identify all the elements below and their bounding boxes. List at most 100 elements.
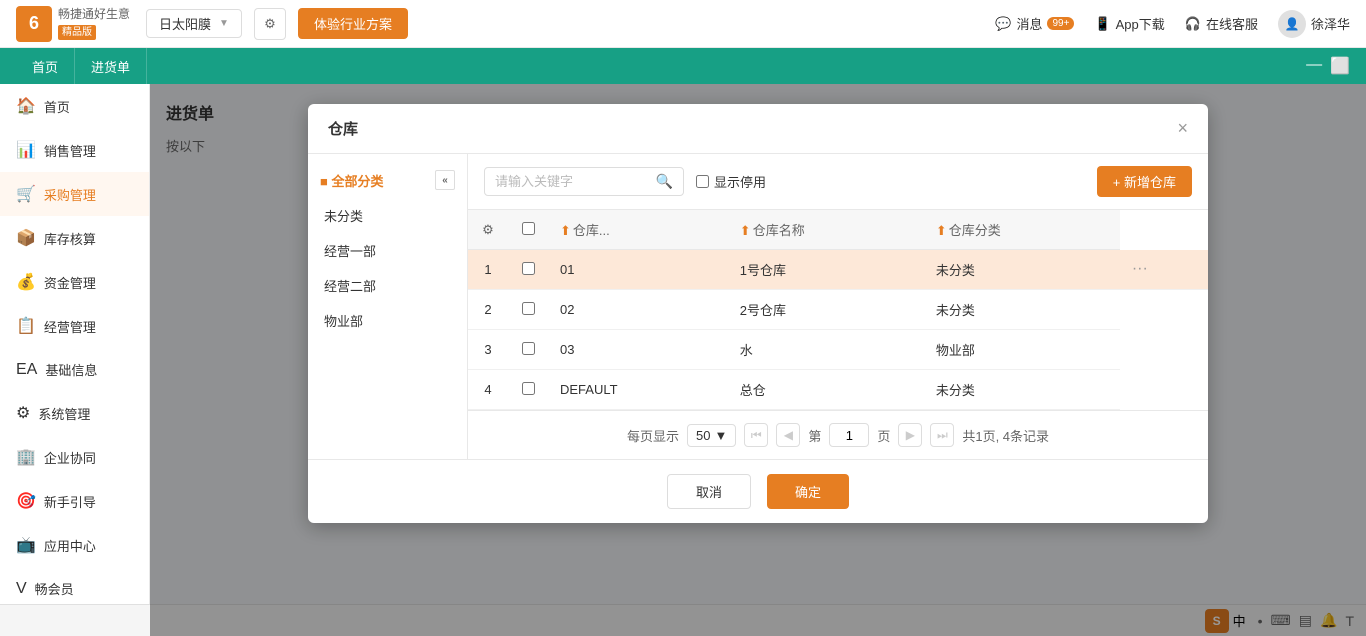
brand-name: 畅捷通好生意 bbox=[58, 7, 130, 23]
trial-button[interactable]: 体验行业方案 bbox=[298, 8, 408, 39]
modal-title: 仓库 bbox=[328, 118, 358, 139]
row-select-checkbox[interactable] bbox=[522, 342, 535, 355]
online-service-button[interactable]: 🎧 在线客服 bbox=[1185, 14, 1258, 33]
row-name: 2号仓库 bbox=[728, 290, 924, 330]
category-item-ops2[interactable]: 经营二部 bbox=[308, 268, 467, 303]
tab-purchase[interactable]: 进货单 bbox=[75, 48, 147, 84]
enterprise-icon: 🏢 bbox=[16, 447, 36, 467]
page-number-input[interactable] bbox=[829, 423, 869, 447]
tab-home[interactable]: 首页 bbox=[16, 48, 75, 84]
sidebar-item-inventory-label: 库存核算 bbox=[44, 229, 96, 248]
sidebar-item-operations-label: 经营管理 bbox=[44, 317, 96, 336]
brand-logo: 6 畅捷通好生意 精品版 bbox=[16, 6, 130, 42]
row-select-checkbox[interactable] bbox=[522, 382, 535, 395]
row-select-checkbox[interactable] bbox=[522, 302, 535, 315]
col-category-header[interactable]: ⬆仓库分类 bbox=[924, 210, 1120, 250]
brand-text: 畅捷通好生意 精品版 bbox=[58, 7, 130, 40]
row-select-checkbox[interactable] bbox=[522, 262, 535, 275]
table-panel: 🔍 显示停用 + 新增仓库 bbox=[468, 154, 1208, 459]
sidebar-item-sales[interactable]: 📊 销售管理 bbox=[0, 128, 149, 172]
row-actions[interactable]: ··· bbox=[1120, 250, 1208, 290]
category-all-header[interactable]: ■ 全部分类 « bbox=[308, 162, 467, 198]
minimize-icon[interactable]: — bbox=[1306, 56, 1322, 76]
sidebar-item-apps[interactable]: 📺 应用中心 bbox=[0, 523, 149, 567]
page-size-selector[interactable]: 50 ▼ bbox=[687, 424, 736, 447]
user-menu-button[interactable]: 👤 徐泽华 bbox=[1278, 10, 1350, 38]
row-category: 未分类 bbox=[924, 250, 1120, 290]
sidebar-item-home-label: 首页 bbox=[44, 97, 70, 116]
table-row[interactable]: 3 03 水 物业部 bbox=[468, 330, 1208, 370]
first-page-button[interactable]: ⏮ bbox=[744, 423, 768, 447]
prev-page-button[interactable]: ◀ bbox=[776, 423, 800, 447]
modal-body: ■ 全部分类 « 未分类 经营一部 经营二部 物业部 bbox=[308, 154, 1208, 459]
app-download-label: App下载 bbox=[1116, 14, 1165, 33]
row-code: 03 bbox=[548, 330, 728, 370]
select-all-checkbox[interactable] bbox=[522, 222, 535, 235]
store-arrow-icon: ▼ bbox=[219, 18, 229, 29]
maximize-icon[interactable]: ⬜ bbox=[1330, 56, 1350, 76]
apps-icon: 📺 bbox=[16, 535, 36, 555]
sidebar-item-finance-label: 资金管理 bbox=[44, 273, 96, 292]
col-name-header[interactable]: ⬆仓库名称 bbox=[728, 210, 924, 250]
sidebar-item-enterprise[interactable]: 🏢 企业协同 bbox=[0, 435, 149, 479]
phone-icon: 📱 bbox=[1094, 16, 1110, 32]
sub-header-actions: — ⬜ bbox=[1306, 56, 1350, 76]
page-label: 第 bbox=[808, 426, 821, 445]
row-name: 总仓 bbox=[728, 370, 924, 410]
category-item-uncategorized[interactable]: 未分类 bbox=[308, 198, 467, 233]
sales-icon: 📊 bbox=[16, 140, 36, 160]
category-item-property[interactable]: 物业部 bbox=[308, 303, 467, 338]
row-category: 未分类 bbox=[924, 370, 1120, 410]
row-num: 4 bbox=[468, 370, 508, 410]
main-layout: 🏠 首页 📊 销售管理 🛒 采购管理 📦 库存核算 💰 资金管理 📋 经营管理 … bbox=[0, 84, 1366, 636]
app-download-button[interactable]: 📱 App下载 bbox=[1094, 14, 1164, 33]
row-num: 3 bbox=[468, 330, 508, 370]
modal-close-button[interactable]: × bbox=[1177, 118, 1188, 139]
search-field[interactable]: 🔍 bbox=[484, 167, 684, 196]
notification-label: 消息 bbox=[1016, 14, 1042, 33]
cancel-button[interactable]: 取消 bbox=[667, 474, 751, 509]
sidebar-item-inventory[interactable]: 📦 库存核算 bbox=[0, 216, 149, 260]
last-page-button[interactable]: ⏭ bbox=[930, 423, 954, 447]
sidebar-item-finance[interactable]: 💰 资金管理 bbox=[0, 260, 149, 304]
table-row[interactable]: 4 DEFAULT 总仓 未分类 bbox=[468, 370, 1208, 410]
category-item-ops1[interactable]: 经营一部 bbox=[308, 233, 467, 268]
row-checkbox[interactable] bbox=[508, 330, 548, 370]
sidebar-item-guide[interactable]: 🎯 新手引导 bbox=[0, 479, 149, 523]
sidebar-item-basic[interactable]: EA 基础信息 bbox=[0, 348, 149, 391]
user-name: 徐泽华 bbox=[1311, 14, 1350, 33]
confirm-button[interactable]: 确定 bbox=[767, 474, 849, 509]
warehouse-modal: 仓库 × ■ 全部分类 « 未分类 经营一部 经营二部 物业部 bbox=[308, 104, 1208, 523]
show-disabled-checkbox[interactable] bbox=[696, 175, 709, 188]
col-check bbox=[508, 210, 548, 250]
next-page-button[interactable]: ▶ bbox=[898, 423, 922, 447]
warehouse-table: ⚙ ⬆仓库... ⬆仓库名称 ⬆仓库分类 1 01 1号仓库 bbox=[468, 210, 1208, 410]
sidebar-item-system[interactable]: ⚙ 系统管理 bbox=[0, 391, 149, 435]
system-icon: ⚙ bbox=[16, 403, 30, 423]
search-input[interactable] bbox=[495, 174, 650, 189]
settings-button[interactable]: ⚙ bbox=[254, 8, 286, 40]
sidebar-item-apps-label: 应用中心 bbox=[44, 536, 96, 555]
sidebar-item-purchase-label: 采购管理 bbox=[44, 185, 96, 204]
row-checkbox[interactable] bbox=[508, 290, 548, 330]
row-num: 1 bbox=[468, 250, 508, 290]
header-right: 💬 消息 99+ 📱 App下载 🎧 在线客服 👤 徐泽华 bbox=[995, 10, 1350, 38]
more-actions-icon[interactable]: ··· bbox=[1132, 260, 1148, 277]
brand-tag: 精品版 bbox=[58, 25, 96, 40]
add-warehouse-button[interactable]: + 新增仓库 bbox=[1097, 166, 1192, 197]
modal-footer: 取消 确定 bbox=[308, 459, 1208, 523]
store-selector[interactable]: 日太阳膜 ▼ bbox=[146, 9, 242, 38]
notification-button[interactable]: 💬 消息 99+ bbox=[995, 14, 1074, 33]
sidebar-item-home[interactable]: 🏠 首页 bbox=[0, 84, 149, 128]
sidebar-item-operations[interactable]: 📋 经营管理 bbox=[0, 304, 149, 348]
row-checkbox[interactable] bbox=[508, 370, 548, 410]
guide-icon: 🎯 bbox=[16, 491, 36, 511]
sidebar-item-purchase[interactable]: 🛒 采购管理 bbox=[0, 172, 149, 216]
table-row[interactable]: 2 02 2号仓库 未分类 bbox=[468, 290, 1208, 330]
row-checkbox[interactable] bbox=[508, 250, 548, 290]
collapse-button[interactable]: « bbox=[435, 170, 455, 190]
show-disabled-option[interactable]: 显示停用 bbox=[696, 172, 766, 191]
table-row[interactable]: 1 01 1号仓库 未分类 ··· bbox=[468, 250, 1208, 290]
notification-badge: 99+ bbox=[1047, 17, 1074, 30]
col-code-header[interactable]: ⬆仓库... bbox=[548, 210, 728, 250]
